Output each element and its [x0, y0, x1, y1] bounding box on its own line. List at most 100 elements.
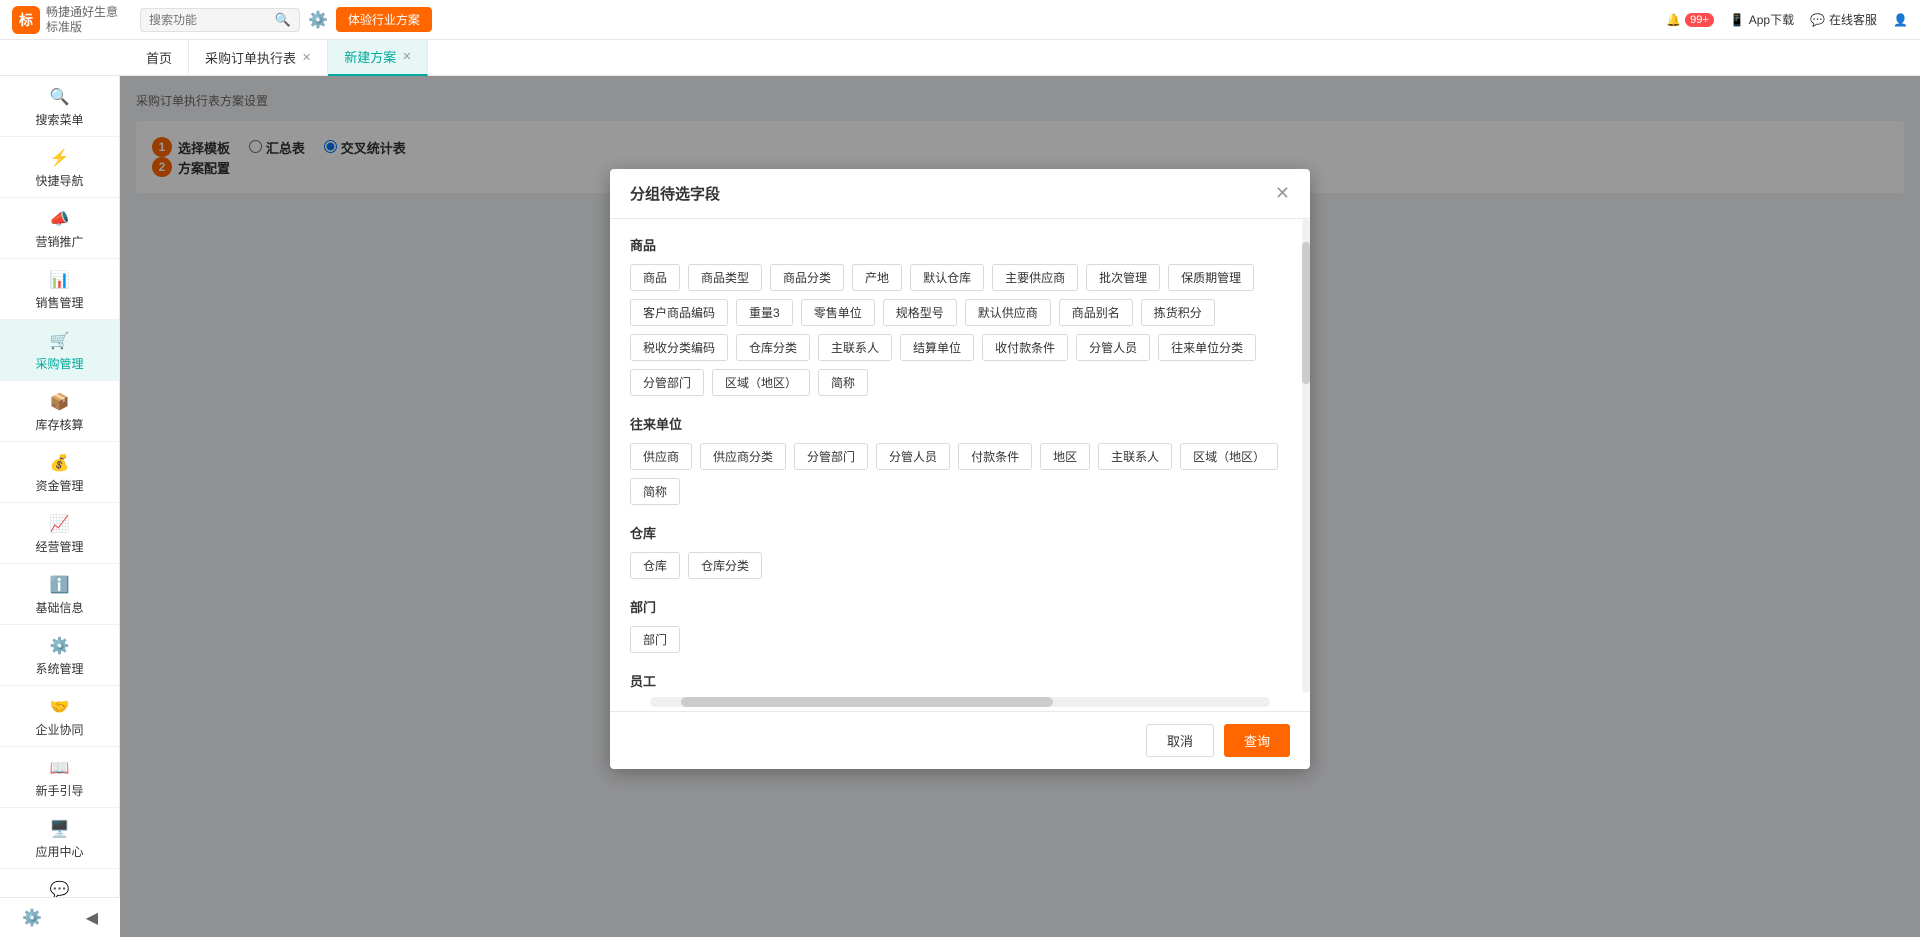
- field-tag[interactable]: 商品别名: [1059, 299, 1133, 326]
- field-tag[interactable]: 分管人员: [876, 443, 950, 470]
- section-department-title: 部门: [630, 597, 1290, 616]
- modal-scrollbar-thumb: [1302, 242, 1310, 384]
- field-tag[interactable]: 批次管理: [1086, 264, 1160, 291]
- field-tag[interactable]: 保质期管理: [1168, 264, 1254, 291]
- sidebar-item-inventory[interactable]: 📦 库存核算: [0, 381, 119, 442]
- sidebar-item-basic-info[interactable]: ℹ️ 基础信息: [0, 564, 119, 625]
- user-avatar[interactable]: 👤: [1893, 13, 1908, 27]
- bottom-settings-icon[interactable]: ⚙️: [22, 908, 42, 928]
- tab-home[interactable]: 首页: [130, 40, 189, 76]
- sidebar-item-app-center[interactable]: 🖥️ 应用中心: [0, 808, 119, 869]
- tab-new-plan-close[interactable]: ✕: [402, 50, 411, 63]
- sidebar-item-purchase[interactable]: 🛒 采购管理: [0, 320, 119, 381]
- modal-footer: 取消 查询: [610, 711, 1310, 769]
- sidebar-basic-label: 基础信息: [35, 599, 83, 616]
- sidebar-item-quick-nav[interactable]: ⚡ 快捷导航: [0, 137, 119, 198]
- sidebar-item-search[interactable]: 🔍 搜索菜单: [0, 76, 119, 137]
- field-tag[interactable]: 区域（地区）: [712, 369, 810, 396]
- field-tag[interactable]: 默认仓库: [910, 264, 984, 291]
- logo-area: 标 畅捷通好生意 标准版: [12, 5, 132, 34]
- bell-icon: 🔔: [1666, 13, 1681, 27]
- app-download-item[interactable]: 📱 App下载: [1730, 11, 1794, 28]
- field-tag[interactable]: 零售单位: [801, 299, 875, 326]
- field-tag[interactable]: 商品分类: [770, 264, 844, 291]
- field-tag[interactable]: 供应商分类: [700, 443, 786, 470]
- notification-badge: 99+: [1685, 13, 1714, 27]
- sidebar-item-operations[interactable]: 📈 经营管理: [0, 503, 119, 564]
- section-counterpart: 往来单位 供应商 供应商分类 分管部门 分管人员 付款条件 地区 主联系人 区域…: [630, 414, 1290, 505]
- modal-scrollbar[interactable]: [1302, 219, 1310, 693]
- sidebar-item-marketing[interactable]: 📣 营销推广: [0, 198, 119, 259]
- header-search-box[interactable]: 🔍: [140, 8, 300, 32]
- field-tag[interactable]: 区域（地区）: [1180, 443, 1278, 470]
- operations-icon: 📈: [49, 513, 71, 535]
- warehouse-field-tags: 仓库 仓库分类: [630, 552, 1290, 579]
- tab-purchase-label: 采购订单执行表: [205, 48, 296, 67]
- field-tag[interactable]: 简称: [630, 478, 680, 505]
- sidebar-item-finance[interactable]: 💰 资金管理: [0, 442, 119, 503]
- field-tag[interactable]: 商品类型: [688, 264, 762, 291]
- sidebar-item-guide[interactable]: 📖 新手引导: [0, 747, 119, 808]
- online-service-item[interactable]: 💬 在线客服: [1810, 11, 1877, 28]
- field-tag[interactable]: 往来单位分类: [1158, 334, 1256, 361]
- field-tag[interactable]: 分管部门: [794, 443, 868, 470]
- field-tag[interactable]: 仓库: [630, 552, 680, 579]
- cancel-button[interactable]: 取消: [1146, 724, 1214, 757]
- finance-icon: 💰: [49, 452, 71, 474]
- sales-icon: 📊: [49, 269, 71, 291]
- top-header: 标 畅捷通好生意 标准版 🔍 ⚙️ 体验行业方案 🔔 99+ 📱 App下载 💬…: [0, 0, 1920, 40]
- field-tag[interactable]: 主联系人: [1098, 443, 1172, 470]
- modal-header: 分组待选字段 ✕: [610, 169, 1310, 219]
- field-tag[interactable]: 结算单位: [900, 334, 974, 361]
- sidebar-operations-label: 经营管理: [35, 538, 83, 555]
- sidebar-item-sales[interactable]: 📊 销售管理: [0, 259, 119, 320]
- quick-nav-icon: ⚡: [49, 147, 71, 169]
- field-tag[interactable]: 产地: [852, 264, 902, 291]
- sidebar: 🔍 搜索菜单 ⚡ 快捷导航 📣 营销推广 📊 销售管理 🛒 采购管理 📦 库存核…: [0, 76, 120, 937]
- modal-close-btn[interactable]: ✕: [1275, 183, 1290, 204]
- field-tag[interactable]: 主要供应商: [992, 264, 1078, 291]
- sidebar-item-enterprise[interactable]: 🤝 企业协同: [0, 686, 119, 747]
- field-tag[interactable]: 拣货积分: [1141, 299, 1215, 326]
- field-tag[interactable]: 分管部门: [630, 369, 704, 396]
- sidebar-enterprise-label: 企业协同: [35, 721, 83, 738]
- section-department: 部门 部门: [630, 597, 1290, 653]
- field-tag[interactable]: 部门: [630, 626, 680, 653]
- modal-dialog: 分组待选字段 ✕ 商品 商品 商品类型 商品分类 产地 默认仓库 主要供应商 批…: [610, 169, 1310, 769]
- tab-purchase-exec[interactable]: 采购订单执行表 ✕: [189, 40, 328, 76]
- settings-icon[interactable]: ⚙️: [308, 10, 328, 30]
- bottom-collapse-icon[interactable]: ◀: [86, 908, 98, 928]
- field-tag[interactable]: 仓库分类: [688, 552, 762, 579]
- field-tag[interactable]: 简称: [818, 369, 868, 396]
- field-tag[interactable]: 规格型号: [883, 299, 957, 326]
- section-counterpart-title: 往来单位: [630, 414, 1290, 433]
- enterprise-icon: 🤝: [49, 696, 71, 718]
- h-scrollbar[interactable]: [650, 697, 1270, 707]
- tab-new-plan[interactable]: 新建方案 ✕: [328, 40, 428, 76]
- field-tag[interactable]: 默认供应商: [965, 299, 1051, 326]
- field-tag[interactable]: 商品: [630, 264, 680, 291]
- field-tag[interactable]: 主联系人: [818, 334, 892, 361]
- field-tag[interactable]: 付款条件: [958, 443, 1032, 470]
- notification-item[interactable]: 🔔 99+: [1666, 13, 1714, 27]
- field-tag[interactable]: 客户商品编码: [630, 299, 728, 326]
- experience-btn[interactable]: 体验行业方案: [336, 7, 432, 32]
- search-input[interactable]: [149, 13, 275, 27]
- sidebar-purchase-label: 采购管理: [35, 355, 83, 372]
- field-tag[interactable]: 仓库分类: [736, 334, 810, 361]
- tab-bar: 首页 采购订单执行表 ✕ 新建方案 ✕: [0, 40, 1920, 76]
- field-tag[interactable]: 供应商: [630, 443, 692, 470]
- search-menu-icon: 🔍: [49, 86, 71, 108]
- sidebar-sales-label: 销售管理: [35, 294, 83, 311]
- field-tag[interactable]: 地区: [1040, 443, 1090, 470]
- confirm-button[interactable]: 查询: [1224, 724, 1290, 757]
- tab-purchase-close[interactable]: ✕: [302, 51, 311, 64]
- sidebar-item-system[interactable]: ⚙️ 系统管理: [0, 625, 119, 686]
- h-scrollbar-area: [610, 693, 1310, 711]
- field-tag[interactable]: 分管人员: [1076, 334, 1150, 361]
- field-tag[interactable]: 收付款条件: [982, 334, 1068, 361]
- field-tag[interactable]: 重量3: [736, 299, 793, 326]
- field-tag[interactable]: 税收分类编码: [630, 334, 728, 361]
- app-download-label: App下载: [1749, 11, 1794, 28]
- section-employee-title: 员工: [630, 671, 1290, 690]
